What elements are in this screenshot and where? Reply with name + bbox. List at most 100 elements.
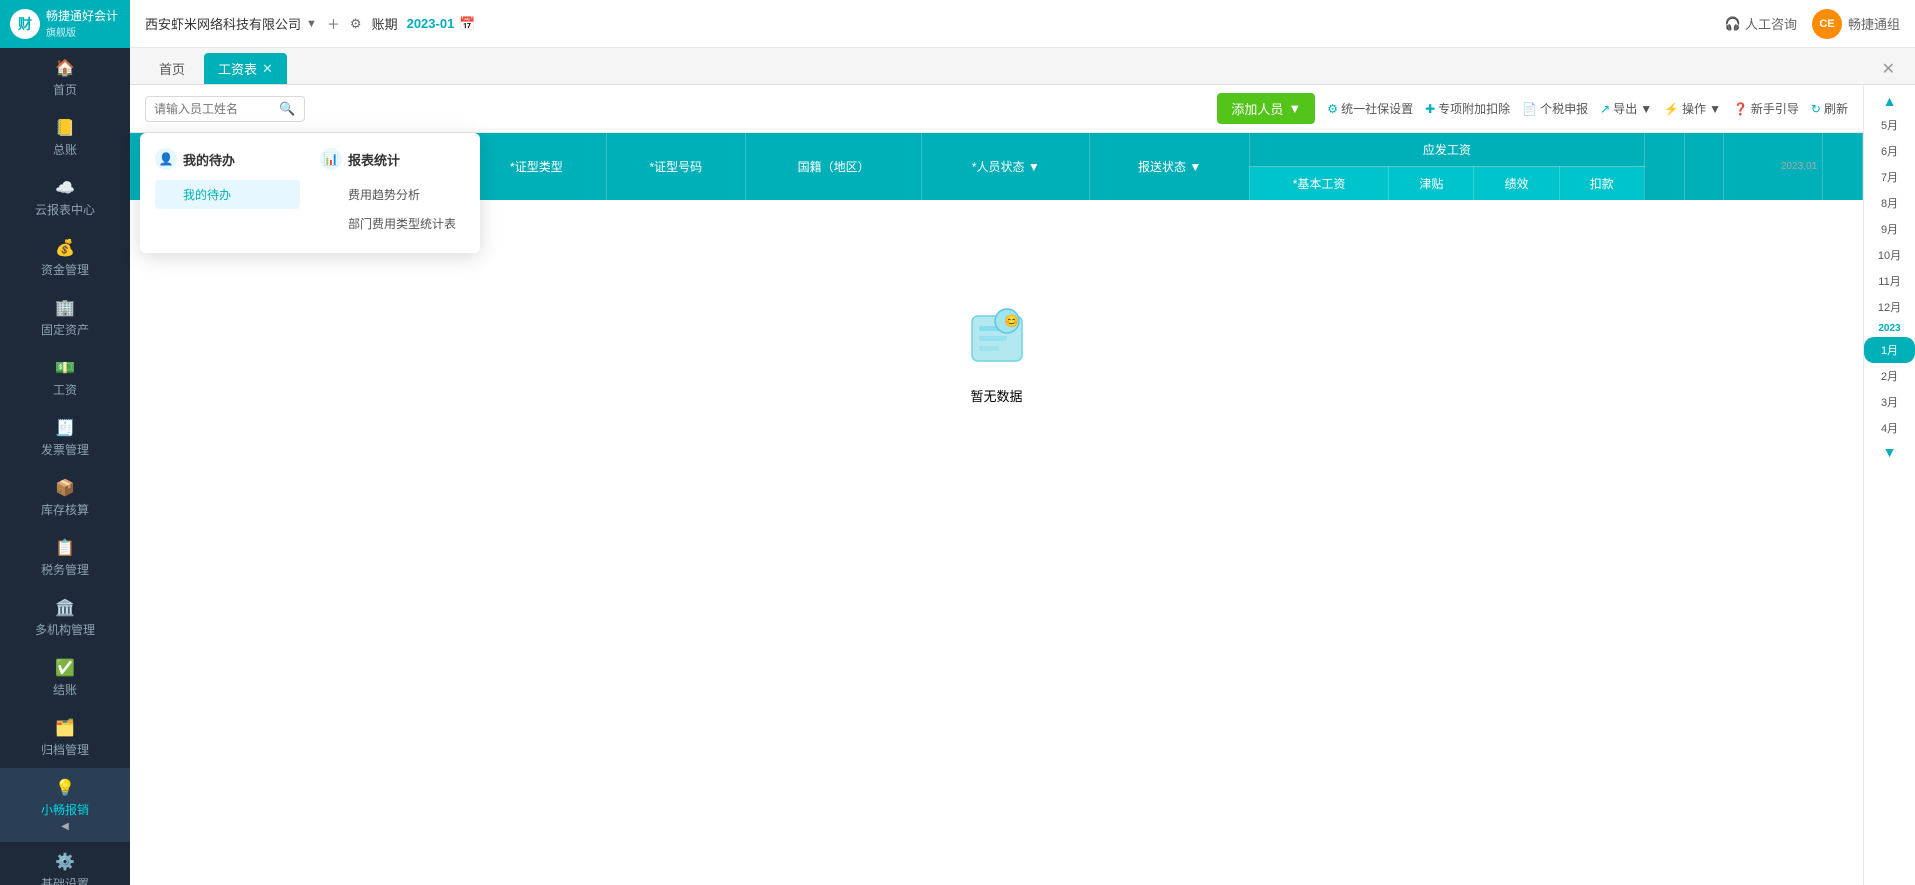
search-wrap: 🔍 xyxy=(145,96,305,122)
social-security-label: 统一社保设置 xyxy=(1341,100,1413,117)
fund-icon: 💰 xyxy=(55,238,75,258)
settings-button[interactable]: ⚙ xyxy=(350,16,362,32)
report-title-label: 报表统计 xyxy=(348,150,400,169)
dropdown-col-report: 📊 报表统计 费用趋势分析 部门费用类型统计表 xyxy=(320,148,465,238)
tab-salary[interactable]: 工资表 ✕ xyxy=(204,53,287,84)
tab-close-icon[interactable]: ✕ xyxy=(262,61,273,77)
dropdown-col-todo: 👤 我的待办 我的待办 xyxy=(155,148,300,238)
sidebar-item-label: 资金管理 xyxy=(41,261,89,278)
sidebar-item-home[interactable]: 🏠 首页 xyxy=(0,48,130,108)
tab-salary-label: 工资表 xyxy=(218,59,257,78)
sidebar-item-label: 多机构管理 xyxy=(35,621,95,638)
timeline-month-4[interactable]: 4月 xyxy=(1864,415,1915,441)
topbar-actions: ＋ ⚙ xyxy=(327,14,362,33)
tax-report-icon: 📄 xyxy=(1522,102,1537,116)
col-person-status[interactable]: *人员状态 ▼ xyxy=(922,133,1090,200)
refresh-label: 刷新 xyxy=(1824,100,1848,117)
col-year-header: 2023.01 xyxy=(1724,133,1823,200)
sidebar-item-general-ledger[interactable]: 📒 总账 xyxy=(0,108,130,168)
timeline-month-7[interactable]: 7月 xyxy=(1864,164,1915,190)
timeline-month-1[interactable]: 1月 xyxy=(1864,337,1915,363)
operations-button[interactable]: ⚡ 操作 ▼ xyxy=(1664,100,1721,117)
dropdown-panel: 👤 我的待办 我的待办 📊 报表统计 费用趋势分析 部门费用类型统计表 xyxy=(140,133,480,253)
sidebar-item-multi-org[interactable]: 🏛️ 多机构管理 xyxy=(0,588,130,648)
add-person-label: 添加人员 xyxy=(1231,99,1283,118)
dropdown-item-expense-type[interactable]: 部门费用类型统计表 xyxy=(320,209,465,238)
tax-report-button[interactable]: 📄 个税申报 xyxy=(1522,100,1588,117)
sidebar-item-inventory[interactable]: 📦 库存核算 xyxy=(0,468,130,528)
export-label: 导出 xyxy=(1613,100,1637,117)
sidebar-item-archive-mgmt[interactable]: 🗂️ 归档管理 xyxy=(0,708,130,768)
timeline-month-6[interactable]: 6月 xyxy=(1864,138,1915,164)
tab-home[interactable]: 首页 xyxy=(145,53,199,84)
sidebar-item-label: 税务管理 xyxy=(41,561,89,578)
add-company-button[interactable]: ＋ xyxy=(327,14,340,33)
timeline-month-9[interactable]: 9月 xyxy=(1864,216,1915,242)
col-id-type: *证型类型 xyxy=(467,133,606,200)
company-dropdown-icon: ▼ xyxy=(306,18,317,30)
sidebar-nav: 🏠 首页 📒 总账 ☁️ 云报表中心 💰 资金管理 🏢 固定资产 💵 工资 🧾 … xyxy=(0,48,130,885)
special-deduct-button[interactable]: ✚ 专项附加扣除 xyxy=(1425,100,1510,117)
sidebar-item-label: 首页 xyxy=(53,81,77,98)
col-bonus: 津贴 xyxy=(1389,167,1474,201)
timeline-prev-button[interactable]: ▲ xyxy=(1880,90,1900,112)
dropdown-item-todo[interactable]: 我的待办 xyxy=(155,180,300,209)
timeline-month-11[interactable]: 11月 xyxy=(1864,268,1915,294)
todo-title-label: 我的待办 xyxy=(183,150,235,169)
sidebar-item-tax-mgmt[interactable]: 📋 税务管理 xyxy=(0,528,130,588)
col-report-status[interactable]: 报送状态 ▼ xyxy=(1090,133,1249,200)
assets-icon: 🏢 xyxy=(55,298,75,318)
sidebar-item-cloud-report[interactable]: ☁️ 云报表中心 xyxy=(0,168,130,228)
dropdown-item-expense-trend[interactable]: 费用趋势分析 xyxy=(320,180,465,209)
search-input[interactable] xyxy=(154,102,274,116)
logo-sub: 旗舰版 xyxy=(46,24,118,39)
sidebar-item-invoice-mgmt[interactable]: 🧾 发票管理 xyxy=(0,408,130,468)
toolbar-right: 添加人员 ▼ ⚙ 统一社保设置 ✚ 专项附加扣除 📄 个税申报 xyxy=(1217,93,1848,124)
timeline-month-5[interactable]: 5月 xyxy=(1864,112,1915,138)
app-logo: 财 畅捷通好会计 旗舰版 xyxy=(0,0,130,48)
tax-icon: 📋 xyxy=(55,538,75,558)
new-guide-button[interactable]: ❓ 新手引导 xyxy=(1733,100,1799,117)
timeline-month-8[interactable]: 8月 xyxy=(1864,190,1915,216)
timeline-month-12[interactable]: 12月 xyxy=(1864,294,1915,320)
inventory-icon: 📦 xyxy=(55,478,75,498)
company-selector[interactable]: 西安虾米网络科技有限公司 ▼ xyxy=(145,14,317,33)
timeline-next-button[interactable]: ▼ xyxy=(1880,441,1900,463)
timeline-panel: ▲ 5月 6月 7月 8月 9月 10月 11月 12月 2023 1月 2月 … xyxy=(1863,85,1915,885)
period-value: 2023-01 xyxy=(407,16,455,31)
social-security-button[interactable]: ⚙ 统一社保设置 xyxy=(1327,100,1413,117)
sidebar-item-fund-mgmt[interactable]: 💰 资金管理 xyxy=(0,228,130,288)
export-button[interactable]: ↗ 导出 ▼ xyxy=(1600,100,1652,117)
refresh-button[interactable]: ↻ 刷新 xyxy=(1811,100,1848,117)
sidebar-item-settlement[interactable]: ✅ 结账 xyxy=(0,648,130,708)
sidebar-item-basic-settings[interactable]: ⚙️ 基础设置 xyxy=(0,842,130,885)
guide-btn-icon: ❓ xyxy=(1733,102,1748,116)
expense-icon: 💡 xyxy=(55,778,75,798)
topbar: 西安虾米网络科技有限公司 ▼ ＋ ⚙ 账期 2023-01 📅 🎧 人工咨询 C… xyxy=(130,0,1915,48)
sidebar-item-label: 小畅报销 xyxy=(41,801,89,818)
topbar-right: 🎧 人工咨询 CE 畅捷通组 xyxy=(1725,9,1900,39)
timeline-month-10[interactable]: 10月 xyxy=(1864,242,1915,268)
col-performance: 绩效 xyxy=(1474,167,1559,201)
add-person-button[interactable]: 添加人员 ▼ xyxy=(1217,93,1315,124)
timeline-month-3[interactable]: 3月 xyxy=(1864,389,1915,415)
sidebar-item-label: 库存核算 xyxy=(41,501,89,518)
user-name: 畅捷通组 xyxy=(1848,14,1900,33)
timeline-month-2[interactable]: 2月 xyxy=(1864,363,1915,389)
sidebar-item-label: 总账 xyxy=(53,141,77,158)
sidebar-item-salary[interactable]: 💵 工资 xyxy=(0,348,130,408)
col-salary-group: 应发工资 xyxy=(1249,133,1644,167)
sidebar: 财 畅捷通好会计 旗舰版 🏠 首页 📒 总账 ☁️ 云报表中心 💰 资金管理 🏢… xyxy=(0,0,130,885)
report-col-icon: 📊 xyxy=(320,148,342,170)
search-icon: 🔍 xyxy=(279,101,295,117)
sidebar-item-mini-expense[interactable]: 💡 小畅报销 ◀ xyxy=(0,768,130,842)
social-icon: ⚙ xyxy=(1327,102,1338,116)
service-button[interactable]: 🎧 人工咨询 xyxy=(1725,14,1797,33)
todo-item-label: 我的待办 xyxy=(183,188,231,202)
sidebar-item-fixed-assets[interactable]: 🏢 固定资产 xyxy=(0,288,130,348)
user-info: CE 畅捷通组 xyxy=(1812,9,1900,39)
settlement-icon: ✅ xyxy=(55,658,75,678)
close-button[interactable]: ✕ xyxy=(1877,53,1900,84)
col-id-number: *证型号码 xyxy=(606,133,745,200)
empty-illustration: 😊 xyxy=(957,296,1037,376)
